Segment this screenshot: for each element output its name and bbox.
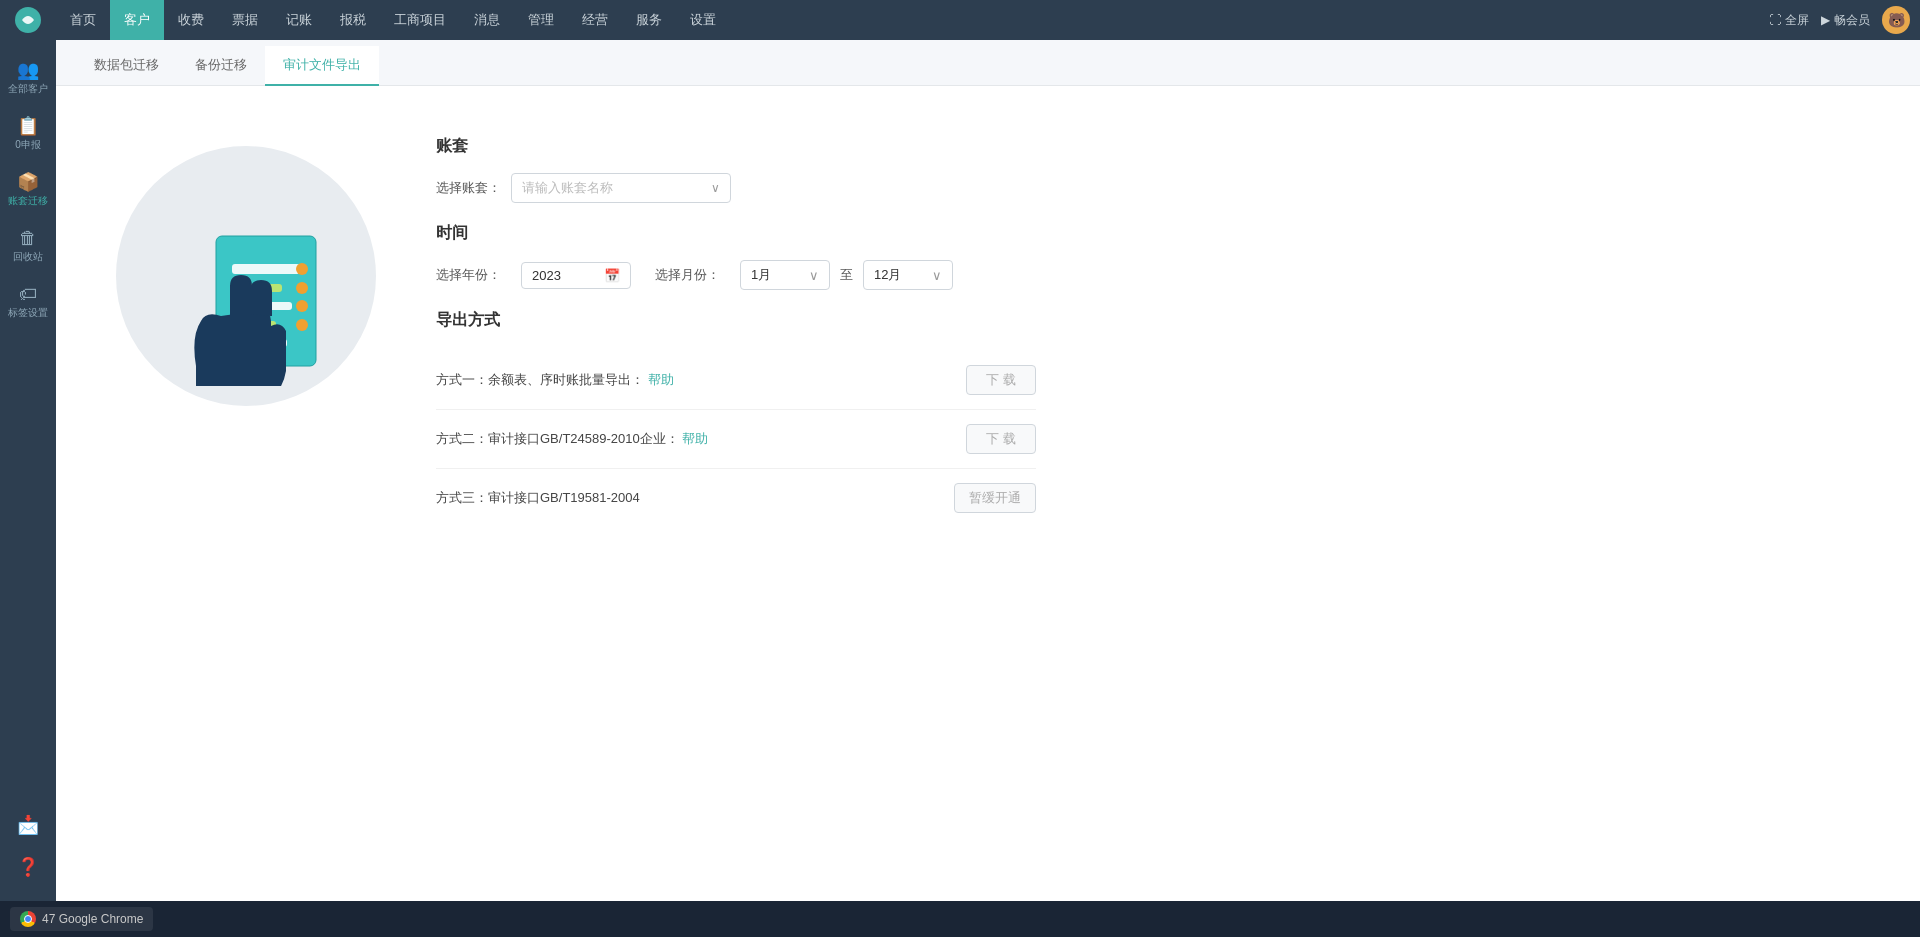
content-area: 数据包迁移 备份迁移 审计文件导出 [56, 40, 1920, 901]
account-section-title: 账套 [436, 136, 1036, 157]
nav-operations[interactable]: 经营 [568, 0, 622, 40]
tag-icon: 🏷 [19, 285, 37, 303]
nav-items: 首页 客户 收费 票据 记账 报税 工商项目 消息 管理 经营 服务 设置 [56, 0, 1769, 40]
nav-manage[interactable]: 管理 [514, 0, 568, 40]
calendar-icon: 📅 [604, 268, 620, 283]
nav-service[interactable]: 服务 [622, 0, 676, 40]
svg-point-8 [296, 263, 308, 275]
sidebar-item-account-migration[interactable]: 📦 账套迁移 [0, 162, 56, 218]
svg-point-11 [296, 319, 308, 331]
method-2-label: 方式二：审计接口GB/T24589-2010企业： 帮助 [436, 430, 966, 448]
tab-backup-migration[interactable]: 备份迁移 [177, 46, 265, 86]
app-logo[interactable] [10, 2, 46, 38]
sidebar-label-zero-declare: 0申报 [15, 138, 41, 152]
month-end-value: 12月 [874, 266, 901, 284]
help-icon[interactable]: ❓ [10, 849, 46, 885]
nav-messages[interactable]: 消息 [460, 0, 514, 40]
export-method-3: 方式三：审计接口GB/T19581-2004 暂缓开通 [436, 469, 1036, 527]
taskbar: 47 Google Chrome [0, 901, 1920, 937]
recycle-icon: 🗑 [19, 229, 37, 247]
tab-bar: 数据包迁移 备份迁移 审计文件导出 [56, 40, 1920, 86]
left-sidebar: 👥 全部客户 📋 0申报 📦 账套迁移 🗑 回收站 🏷 标签设置 📩 ❓ [0, 40, 56, 901]
method-2-help-link[interactable]: 帮助 [682, 431, 708, 446]
nav-business[interactable]: 工商项目 [380, 0, 460, 40]
time-section-title: 时间 [436, 223, 1036, 244]
export-section-title: 导出方式 [436, 310, 1036, 331]
svg-rect-3 [232, 264, 300, 274]
nav-bookkeeping[interactable]: 记账 [272, 0, 326, 40]
taskbar-chrome-label: 47 Google Chrome [42, 912, 143, 926]
nav-billing[interactable]: 收费 [164, 0, 218, 40]
nav-customers[interactable]: 客户 [110, 0, 164, 40]
main-layout: 👥 全部客户 📋 0申报 📦 账套迁移 🗑 回收站 🏷 标签设置 📩 ❓ 数据包… [0, 40, 1920, 901]
sidebar-item-zero-declare[interactable]: 📋 0申报 [0, 106, 56, 162]
month-label: 选择月份： [655, 266, 720, 284]
declare-icon: 📋 [17, 117, 39, 135]
form-side: 账套 选择账套： 请输入账套名称 ∨ 时间 选择年份： 2023 📅 [436, 126, 1036, 861]
sidebar-bottom: 📩 ❓ [10, 807, 46, 901]
method-3-label: 方式三：审计接口GB/T19581-2004 [436, 489, 954, 507]
tab-data-migration[interactable]: 数据包迁移 [76, 46, 177, 86]
year-input[interactable]: 2023 📅 [521, 262, 631, 289]
export-method-1: 方式一：余额表、序时账批量导出： 帮助 下 载 [436, 351, 1036, 410]
method-1-download-button[interactable]: 下 载 [966, 365, 1036, 395]
sidebar-item-recycle[interactable]: 🗑 回收站 [0, 218, 56, 274]
page-content: 账套 选择账套： 请输入账套名称 ∨ 时间 选择年份： 2023 📅 [56, 86, 1920, 901]
sidebar-item-tag-settings[interactable]: 🏷 标签设置 [0, 274, 56, 330]
chevron-down-icon: ∨ [711, 181, 720, 195]
nav-tax[interactable]: 报税 [326, 0, 380, 40]
message-icon[interactable]: 📩 [10, 807, 46, 843]
fullscreen-button[interactable]: ⛶ 全屏 [1769, 12, 1809, 29]
method-1-label: 方式一：余额表、序时账批量导出： 帮助 [436, 371, 966, 389]
account-label: 选择账套： [436, 179, 501, 197]
method-3-open-button[interactable]: 暂缓开通 [954, 483, 1036, 513]
avatar[interactable]: 🐻 [1882, 6, 1910, 34]
fullscreen-icon: ⛶ [1769, 13, 1781, 27]
nav-invoice[interactable]: 票据 [218, 0, 272, 40]
member-button[interactable]: ▶ 畅会员 [1821, 12, 1870, 29]
tab-audit-export[interactable]: 审计文件导出 [265, 46, 379, 86]
nav-settings[interactable]: 设置 [676, 0, 730, 40]
svg-point-10 [296, 300, 308, 312]
time-row: 选择年份： 2023 📅 选择月份： 1月 ∨ 至 12月 ∨ [436, 260, 1036, 290]
illustration-circle [116, 146, 376, 406]
sidebar-label-recycle: 回收站 [13, 250, 43, 264]
method-1-help-link[interactable]: 帮助 [648, 372, 674, 387]
month-start-arrow: ∨ [809, 268, 819, 283]
nav-home[interactable]: 首页 [56, 0, 110, 40]
sidebar-label-migration: 账套迁移 [8, 194, 48, 208]
migration-icon: 📦 [17, 173, 39, 191]
year-value: 2023 [532, 268, 561, 283]
month-end-arrow: ∨ [932, 268, 942, 283]
taskbar-chrome-item[interactable]: 47 Google Chrome [10, 907, 153, 931]
customers-icon: 👥 [17, 61, 39, 79]
svg-point-9 [296, 282, 308, 294]
month-end-select[interactable]: 12月 ∨ [863, 260, 953, 290]
account-select[interactable]: 请输入账套名称 ∨ [511, 173, 731, 203]
chrome-icon [20, 911, 36, 927]
to-label: 至 [840, 266, 853, 284]
account-row: 选择账套： 请输入账套名称 ∨ [436, 173, 1036, 203]
nav-right-area: ⛶ 全屏 ▶ 畅会员 🐻 [1769, 6, 1910, 34]
account-select-placeholder: 请输入账套名称 [522, 179, 613, 197]
method-2-download-button[interactable]: 下 载 [966, 424, 1036, 454]
export-methods: 方式一：余额表、序时账批量导出： 帮助 下 载 方式二：审计接口GB/T2458… [436, 351, 1036, 527]
sidebar-label-tags: 标签设置 [8, 306, 48, 320]
illustration-svg [146, 166, 346, 386]
top-navigation: 首页 客户 收费 票据 记账 报税 工商项目 消息 管理 经营 服务 设置 ⛶ … [0, 0, 1920, 40]
illustration-side [116, 126, 376, 861]
month-start-select[interactable]: 1月 ∨ [740, 260, 830, 290]
month-start-value: 1月 [751, 266, 771, 284]
sidebar-label-all-customers: 全部客户 [8, 82, 48, 96]
export-method-2: 方式二：审计接口GB/T24589-2010企业： 帮助 下 载 [436, 410, 1036, 469]
sidebar-item-all-customers[interactable]: 👥 全部客户 [0, 50, 56, 106]
year-label: 选择年份： [436, 266, 501, 284]
member-icon: ▶ [1821, 13, 1830, 27]
